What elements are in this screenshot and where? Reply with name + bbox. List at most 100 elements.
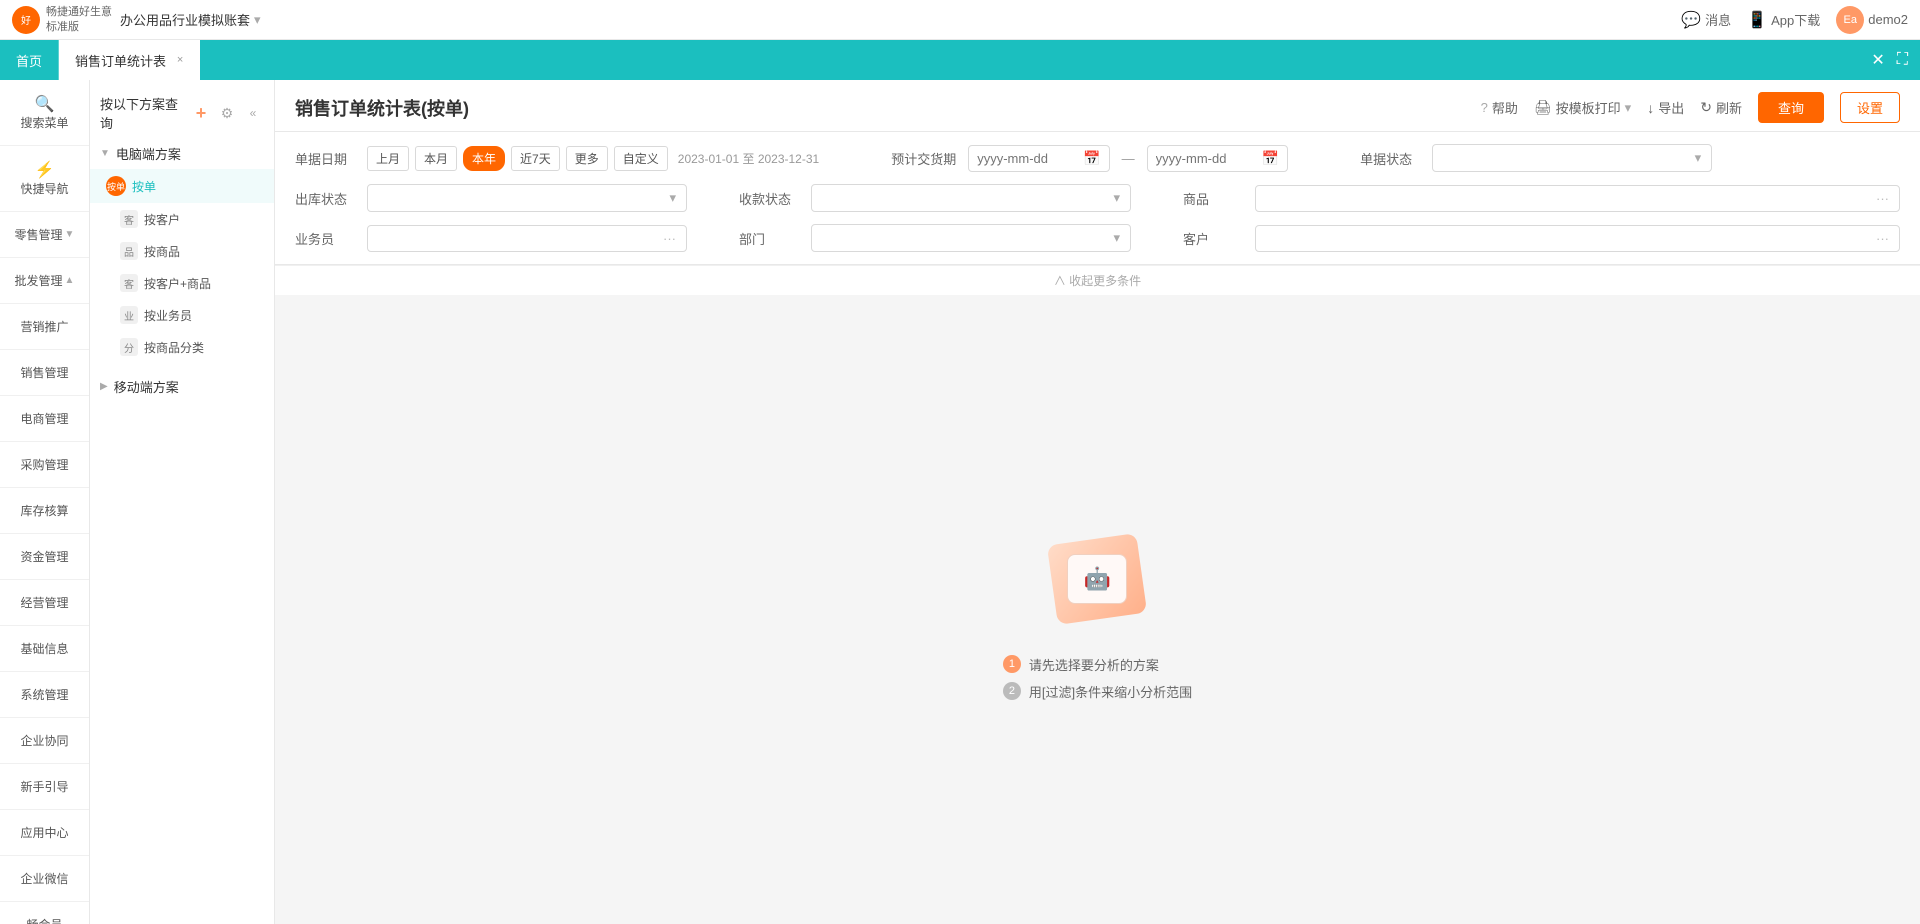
main-area: 🔍 搜索菜单 ⚡ 快捷导航 零售管理 ▼ 批发管理 ▲ 营销推广 销售管理 电商… <box>0 80 1920 924</box>
window-expand-icon[interactable]: ⛶ <box>1893 47 1912 73</box>
window-close-icon[interactable]: ✕ <box>1867 46 1888 74</box>
query-button[interactable]: 查询 <box>1758 92 1824 123</box>
settings-icon[interactable]: ⚙ <box>216 102 238 124</box>
sidebar-item-wechat[interactable]: 企业微信 <box>0 856 89 902</box>
scheme-by-goods-cat[interactable]: 分 按商品分类 <box>90 331 274 363</box>
pay-status-dropdown-icon: ▾ <box>1113 190 1120 206</box>
sidebar-item-guide[interactable]: 新手引导 <box>0 764 89 810</box>
app-download-button[interactable]: 📱 App下载 <box>1747 10 1820 30</box>
delivery-date-end-input[interactable] <box>1156 151 1256 166</box>
scheme-by-cust-goods[interactable]: 客 按客户+商品 <box>90 267 274 299</box>
calendar-end-icon: 📅 <box>1262 150 1279 167</box>
retail-arrow-icon: ▼ <box>65 229 75 240</box>
by-goods-cat-icon: 分 <box>120 338 138 356</box>
logo-text: 畅捷通好生意 标准版 <box>46 5 112 34</box>
this-month-btn[interactable]: 本月 <box>415 146 457 171</box>
by-goods-icon: 品 <box>120 242 138 260</box>
left-panel-title: 按以下方案查询 <box>100 94 186 132</box>
salesperson-select[interactable]: ··· <box>367 225 687 252</box>
this-year-btn[interactable]: 本年 <box>463 146 505 171</box>
scheme-by-salesman[interactable]: 业 按业务员 <box>90 299 274 331</box>
sidebar-item-enterprise[interactable]: 企业协同 <box>0 718 89 764</box>
sidebar-item-marketing[interactable]: 营销推广 <box>0 304 89 350</box>
logo-area: 好 畅捷通好生意 标准版 <box>12 5 112 34</box>
collapse-panel-icon[interactable]: « <box>242 102 264 124</box>
add-scheme-button[interactable]: + <box>190 102 212 124</box>
message-button[interactable]: 💬 消息 <box>1681 10 1731 30</box>
refresh-button[interactable]: ↻ 刷新 <box>1700 98 1742 117</box>
tab-home[interactable]: 首页 <box>0 40 59 80</box>
dept-dropdown-icon: ▾ <box>1113 230 1120 246</box>
sidebar-item-retail[interactable]: 零售管理 ▼ <box>0 212 89 258</box>
calendar-start-icon: 📅 <box>1083 150 1100 167</box>
help-button[interactable]: ? 帮助 <box>1481 98 1518 117</box>
pay-status-select[interactable]: ▾ <box>811 184 1131 212</box>
salesperson-more-icon[interactable]: ··· <box>663 231 676 246</box>
delivery-status-dropdown-icon: ▾ <box>669 190 676 206</box>
sidebar-item-member[interactable]: 畅会员 <box>0 902 89 924</box>
scheme-by-order[interactable]: 按单 按单 <box>90 169 274 203</box>
sidebar-item-search-menu[interactable]: 🔍 搜索菜单 <box>0 80 89 146</box>
print-icon: 🖨 <box>1534 99 1552 116</box>
scheme-by-goods[interactable]: 品 按商品 <box>90 235 274 267</box>
salesperson-label: 业务员 <box>295 229 355 248</box>
delivery-date-start-input[interactable] <box>977 151 1077 166</box>
department-select[interactable]: ▾ <box>811 224 1131 252</box>
user-avatar-button[interactable]: Ea demo2 <box>1836 6 1908 34</box>
avatar: Ea <box>1836 6 1864 34</box>
sidebar-item-purchase[interactable]: 采购管理 <box>0 442 89 488</box>
export-button[interactable]: ↓ 导出 <box>1647 98 1684 117</box>
custom-btn[interactable]: 自定义 <box>614 146 668 171</box>
last-month-btn[interactable]: 上月 <box>367 146 409 171</box>
sidebar-item-inventory[interactable]: 库存核算 <box>0 488 89 534</box>
tab-close-icon[interactable]: × <box>172 52 188 68</box>
right-content: 销售订单统计表(按单) ? 帮助 🖨 按模板打印 ▾ ↓ 导出 ↻ 刷新 <box>275 80 1920 924</box>
setting-button[interactable]: 设置 <box>1840 92 1900 123</box>
department-label: 部门 <box>739 229 799 248</box>
collapse-bar[interactable]: ∧ 收起更多条件 <box>275 265 1920 295</box>
left-panel-header: 按以下方案查询 + ⚙ « <box>90 88 274 138</box>
app-title[interactable]: 办公用品行业模拟账套 ▾ <box>120 10 261 29</box>
date-buttons: 上月 本月 本年 近7天 更多 自定义 2023-01-01 至 2023-12… <box>367 146 819 171</box>
delivery-date-end[interactable]: 📅 <box>1147 145 1288 172</box>
sidebar-item-system[interactable]: 系统管理 <box>0 672 89 718</box>
date-range-text: 2023-01-01 至 2023-12-31 <box>678 150 819 167</box>
goods-more-icon[interactable]: ··· <box>1876 191 1889 206</box>
goods-select[interactable]: ··· <box>1255 185 1900 212</box>
filter-row-2: 出库状态 ▾ 收款状态 ▾ 商品 ··· <box>295 184 1900 212</box>
status-label: 单据状态 <box>1360 149 1420 168</box>
sidebar-item-ecommerce[interactable]: 电商管理 <box>0 396 89 442</box>
scheme-by-customer[interactable]: 客 按客户 <box>90 203 274 235</box>
filter-area: 单据日期 上月 本月 本年 近7天 更多 自定义 2023-01-01 至 20… <box>275 132 1920 265</box>
customer-label: 客户 <box>1183 229 1243 248</box>
by-order-icon: 按单 <box>106 176 126 196</box>
top-bar-left: 好 畅捷通好生意 标准版 办公用品行业模拟账套 ▾ <box>12 5 261 34</box>
status-select[interactable]: ▾ <box>1432 144 1712 172</box>
last-7-days-btn[interactable]: 近7天 <box>511 146 560 171</box>
sidebar-item-quick-nav[interactable]: ⚡ 快捷导航 <box>0 146 89 212</box>
delivery-status-label: 出库状态 <box>295 189 355 208</box>
filter-row-1: 单据日期 上月 本月 本年 近7天 更多 自定义 2023-01-01 至 20… <box>295 144 1900 172</box>
more-btn[interactable]: 更多 <box>566 146 608 171</box>
tip-2: 2 用[过滤]条件来缩小分析范围 <box>1003 682 1192 701</box>
customer-select[interactable]: ··· <box>1255 225 1900 252</box>
delivery-status-select[interactable]: ▾ <box>367 184 687 212</box>
sidebar-item-wholesale[interactable]: 批发管理 ▲ <box>0 258 89 304</box>
sidebar-item-operations[interactable]: 经营管理 <box>0 580 89 626</box>
customer-more-icon[interactable]: ··· <box>1876 231 1889 246</box>
delivery-date-start[interactable]: 📅 <box>968 145 1109 172</box>
illustration-face: 🤖 <box>1067 554 1127 604</box>
tab-sales-stats[interactable]: 销售订单统计表 × <box>59 40 200 80</box>
empty-state: 🤖 1 请先选择要分析的方案 2 用[过滤]条件来缩小分析范围 <box>1003 519 1192 701</box>
sidebar-item-sales[interactable]: 销售管理 <box>0 350 89 396</box>
sidebar-item-basic[interactable]: 基础信息 <box>0 626 89 672</box>
tip2-num: 2 <box>1003 682 1021 700</box>
by-salesman-icon: 业 <box>120 306 138 324</box>
sidebar-item-finance[interactable]: 资金管理 <box>0 534 89 580</box>
print-button[interactable]: 🖨 按模板打印 ▾ <box>1534 98 1631 117</box>
mobile-group-label: ▶ 移动端方案 <box>90 371 274 402</box>
sidebar: 🔍 搜索菜单 ⚡ 快捷导航 零售管理 ▼ 批发管理 ▲ 营销推广 销售管理 电商… <box>0 80 90 924</box>
by-customer-icon: 客 <box>120 210 138 228</box>
empty-illustration: 🤖 <box>1037 519 1157 639</box>
sidebar-item-appCenter[interactable]: 应用中心 <box>0 810 89 856</box>
